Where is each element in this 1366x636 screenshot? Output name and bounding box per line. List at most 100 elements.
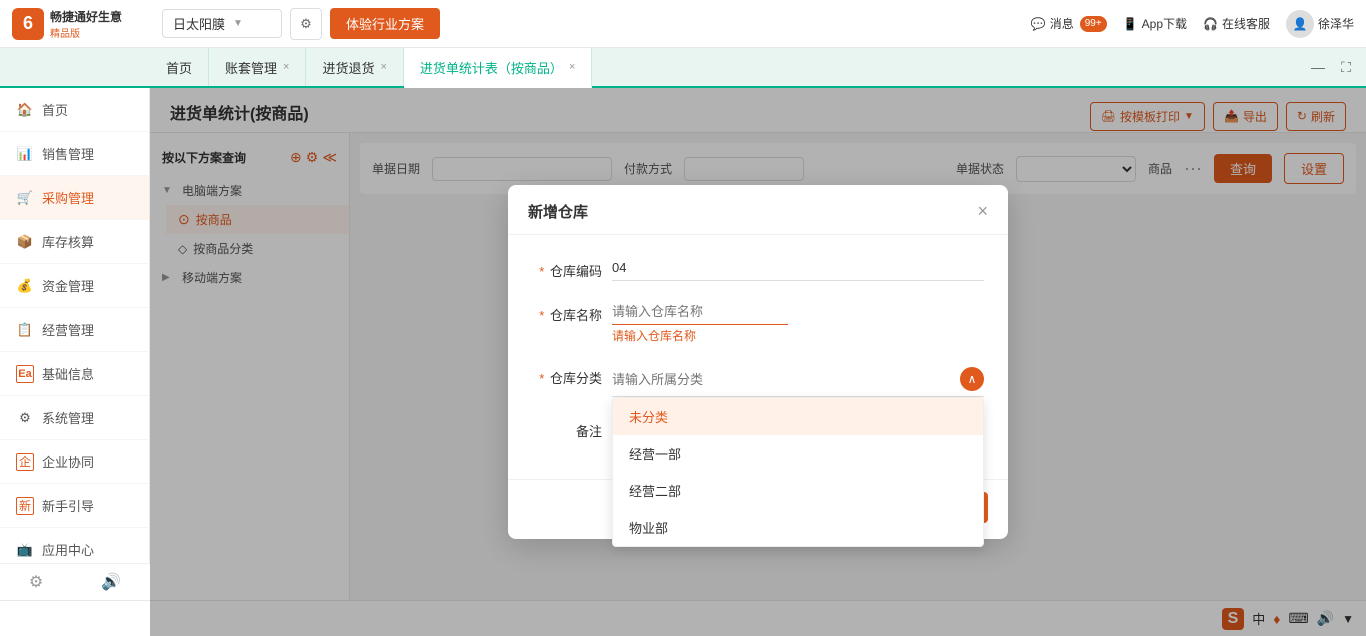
modal-close-button[interactable]: × bbox=[977, 201, 988, 222]
headset-icon: 🎧 bbox=[1203, 17, 1218, 31]
category-dropdown-list: 未分类 经营一部 经营二部 物业部 bbox=[612, 397, 984, 547]
message-label: 消息 bbox=[1050, 15, 1074, 32]
tab-purchase-return-close-icon[interactable]: × bbox=[380, 61, 386, 73]
warehouse-name-row: * 仓库名称 请输入仓库名称 bbox=[532, 299, 984, 344]
category-dropdown-button[interactable]: ∧ bbox=[960, 367, 984, 391]
logo-text: 畅捷通好生意 精品版 bbox=[50, 8, 122, 40]
tab-home[interactable]: 首页 bbox=[150, 48, 209, 86]
operations-icon: 📋 bbox=[16, 321, 34, 339]
sidebar-item-basic-info[interactable]: Ea 基础信息 bbox=[0, 352, 149, 396]
app-download-label: App下载 bbox=[1142, 15, 1187, 32]
tab-account-manage[interactable]: 账套管理 × bbox=[209, 48, 306, 86]
tab-maximize-button[interactable]: ⛶ bbox=[1334, 55, 1358, 79]
modal-header: 新增仓库 × bbox=[508, 185, 1008, 235]
sidebar-item-purchase[interactable]: 🛒 采购管理 bbox=[0, 176, 149, 220]
modal-overlay[interactable]: 新增仓库 × * 仓库编码 bbox=[150, 88, 1366, 636]
purchase-icon: 🛒 bbox=[16, 189, 34, 207]
message-badge: 99+ bbox=[1080, 16, 1107, 32]
tab-purchase-stats-label: 进货单统计表（按商品） bbox=[420, 58, 563, 77]
dropdown-item-dept2[interactable]: 经营二部 bbox=[613, 472, 983, 509]
user-menu[interactable]: 👤 徐泽华 bbox=[1286, 10, 1354, 38]
sidebar-item-finance[interactable]: 💰 资金管理 bbox=[0, 264, 149, 308]
tab-home-label: 首页 bbox=[166, 58, 192, 77]
modal-body: * 仓库编码 * 仓库名称 bbox=[508, 235, 1008, 479]
warehouse-code-input[interactable] bbox=[612, 255, 984, 281]
warehouse-category-wrap: ∧ 未分类 经营一部 bbox=[612, 362, 984, 397]
user-name: 徐泽华 bbox=[1318, 15, 1354, 32]
app-center-icon: 📺 bbox=[16, 541, 34, 559]
tab-bar: 首页 账套管理 × 进货退货 × 进货单统计表（按商品） × — ⛶ bbox=[0, 48, 1366, 88]
basic-info-icon: Ea bbox=[16, 365, 34, 383]
settings-gear-button[interactable]: ⚙ bbox=[290, 8, 322, 40]
sidebar-item-operations[interactable]: 📋 经营管理 bbox=[0, 308, 149, 352]
category-select-wrap[interactable]: ∧ bbox=[612, 362, 984, 397]
sidebar-item-guide-label: 新手引导 bbox=[42, 496, 94, 515]
main-layout: 🏠 首页 📊 销售管理 🛒 采购管理 📦 库存核算 💰 资金管理 📋 经营管理 … bbox=[0, 88, 1366, 636]
tab-purchase-stats-close-icon[interactable]: × bbox=[569, 61, 575, 73]
sidebar-item-operations-label: 经营管理 bbox=[42, 320, 94, 339]
warehouse-remark-label: 备注 bbox=[532, 415, 612, 440]
avatar: 👤 bbox=[1286, 10, 1314, 38]
sidebar-item-home-label: 首页 bbox=[42, 100, 68, 119]
chevron-up-icon: ∧ bbox=[968, 372, 977, 386]
sales-icon: 📊 bbox=[16, 145, 34, 163]
phone-icon: 📱 bbox=[1123, 17, 1138, 31]
system-icon: ⚙ bbox=[16, 409, 34, 427]
sidebar-item-enterprise[interactable]: 企 企业协同 bbox=[0, 440, 149, 484]
service-button[interactable]: 🎧 在线客服 bbox=[1203, 15, 1270, 32]
sidebar-item-purchase-label: 采购管理 bbox=[42, 188, 94, 207]
top-center: 日太阳膜 ▼ ⚙ 体验行业方案 bbox=[162, 8, 1031, 40]
warehouse-code-label: * 仓库编码 bbox=[532, 255, 612, 280]
sidebar-item-app-center-label: 应用中心 bbox=[42, 540, 94, 559]
message-button[interactable]: 💬 消息 99+ bbox=[1031, 15, 1107, 32]
sidebar-item-finance-label: 资金管理 bbox=[42, 276, 94, 295]
finance-icon: 💰 bbox=[16, 277, 34, 295]
category-input[interactable] bbox=[612, 372, 960, 387]
top-bar: 6 畅捷通好生意 精品版 日太阳膜 ▼ ⚙ 体验行业方案 💬 消息 99+ 📱 … bbox=[0, 0, 1366, 48]
warehouse-code-row: * 仓库编码 bbox=[532, 255, 984, 281]
sidebar-audio-icon[interactable]: 🔊 bbox=[101, 572, 121, 592]
inventory-icon: 📦 bbox=[16, 233, 34, 251]
top-right: 💬 消息 99+ 📱 App下载 🎧 在线客服 👤 徐泽华 bbox=[1031, 10, 1354, 38]
logo-name: 畅捷通好生意 bbox=[50, 8, 122, 25]
dropdown-item-dept1[interactable]: 经营一部 bbox=[613, 435, 983, 472]
warehouse-name-label: * 仓库名称 bbox=[532, 299, 612, 324]
tab-account-manage-close-icon[interactable]: × bbox=[283, 61, 289, 73]
add-warehouse-modal: 新增仓库 × * 仓库编码 bbox=[508, 185, 1008, 539]
sidebar-item-sales[interactable]: 📊 销售管理 bbox=[0, 132, 149, 176]
sidebar-item-inventory[interactable]: 📦 库存核算 bbox=[0, 220, 149, 264]
store-select[interactable]: 日太阳膜 ▼ bbox=[162, 9, 282, 38]
tab-minimize-button[interactable]: — bbox=[1306, 55, 1330, 79]
sidebar-bottom: ⚙ 🔊 bbox=[0, 563, 150, 600]
tab-purchase-return[interactable]: 进货退货 × bbox=[306, 48, 403, 86]
message-icon: 💬 bbox=[1031, 17, 1046, 31]
store-name: 日太阳膜 bbox=[173, 14, 225, 33]
dropdown-item-uncategorized[interactable]: 未分类 bbox=[613, 398, 983, 435]
dropdown-item-dept3[interactable]: 物业部 bbox=[613, 509, 983, 546]
trial-button[interactable]: 体验行业方案 bbox=[330, 8, 440, 39]
tab-account-manage-label: 账套管理 bbox=[225, 58, 277, 77]
warehouse-name-input[interactable] bbox=[612, 299, 788, 325]
sidebar-item-enterprise-label: 企业协同 bbox=[42, 452, 94, 471]
required-star-cat: * bbox=[539, 371, 544, 386]
tab-purchase-stats[interactable]: 进货单统计表（按商品） × bbox=[404, 48, 592, 88]
sidebar-settings-icon[interactable]: ⚙ bbox=[29, 572, 43, 592]
warehouse-category-label: * 仓库分类 bbox=[532, 362, 612, 387]
logo-icon: 6 bbox=[12, 8, 44, 40]
required-star: * bbox=[539, 264, 544, 279]
sidebar-item-basic-info-label: 基础信息 bbox=[42, 364, 94, 383]
content-area: 进货单统计(按商品) 🖨 按模板打印 ▼ 📤 导出 ↻ 刷新 bbox=[150, 88, 1366, 636]
sidebar-item-guide[interactable]: 新 新手引导 bbox=[0, 484, 149, 528]
sidebar-item-sales-label: 销售管理 bbox=[42, 144, 94, 163]
sidebar: 🏠 首页 📊 销售管理 🛒 采购管理 📦 库存核算 💰 资金管理 📋 经营管理 … bbox=[0, 88, 150, 636]
warehouse-category-row: * 仓库分类 ∧ bbox=[532, 362, 984, 397]
required-star-name: * bbox=[539, 308, 544, 323]
app-download-button[interactable]: 📱 App下载 bbox=[1123, 15, 1187, 32]
sidebar-item-inventory-label: 库存核算 bbox=[42, 232, 94, 251]
warehouse-name-wrap bbox=[612, 299, 788, 325]
guide-icon: 新 bbox=[16, 497, 34, 515]
sidebar-item-home[interactable]: 🏠 首页 bbox=[0, 88, 149, 132]
warehouse-name-error: 请输入仓库名称 bbox=[612, 329, 696, 343]
sidebar-item-system[interactable]: ⚙ 系统管理 bbox=[0, 396, 149, 440]
service-label: 在线客服 bbox=[1222, 15, 1270, 32]
